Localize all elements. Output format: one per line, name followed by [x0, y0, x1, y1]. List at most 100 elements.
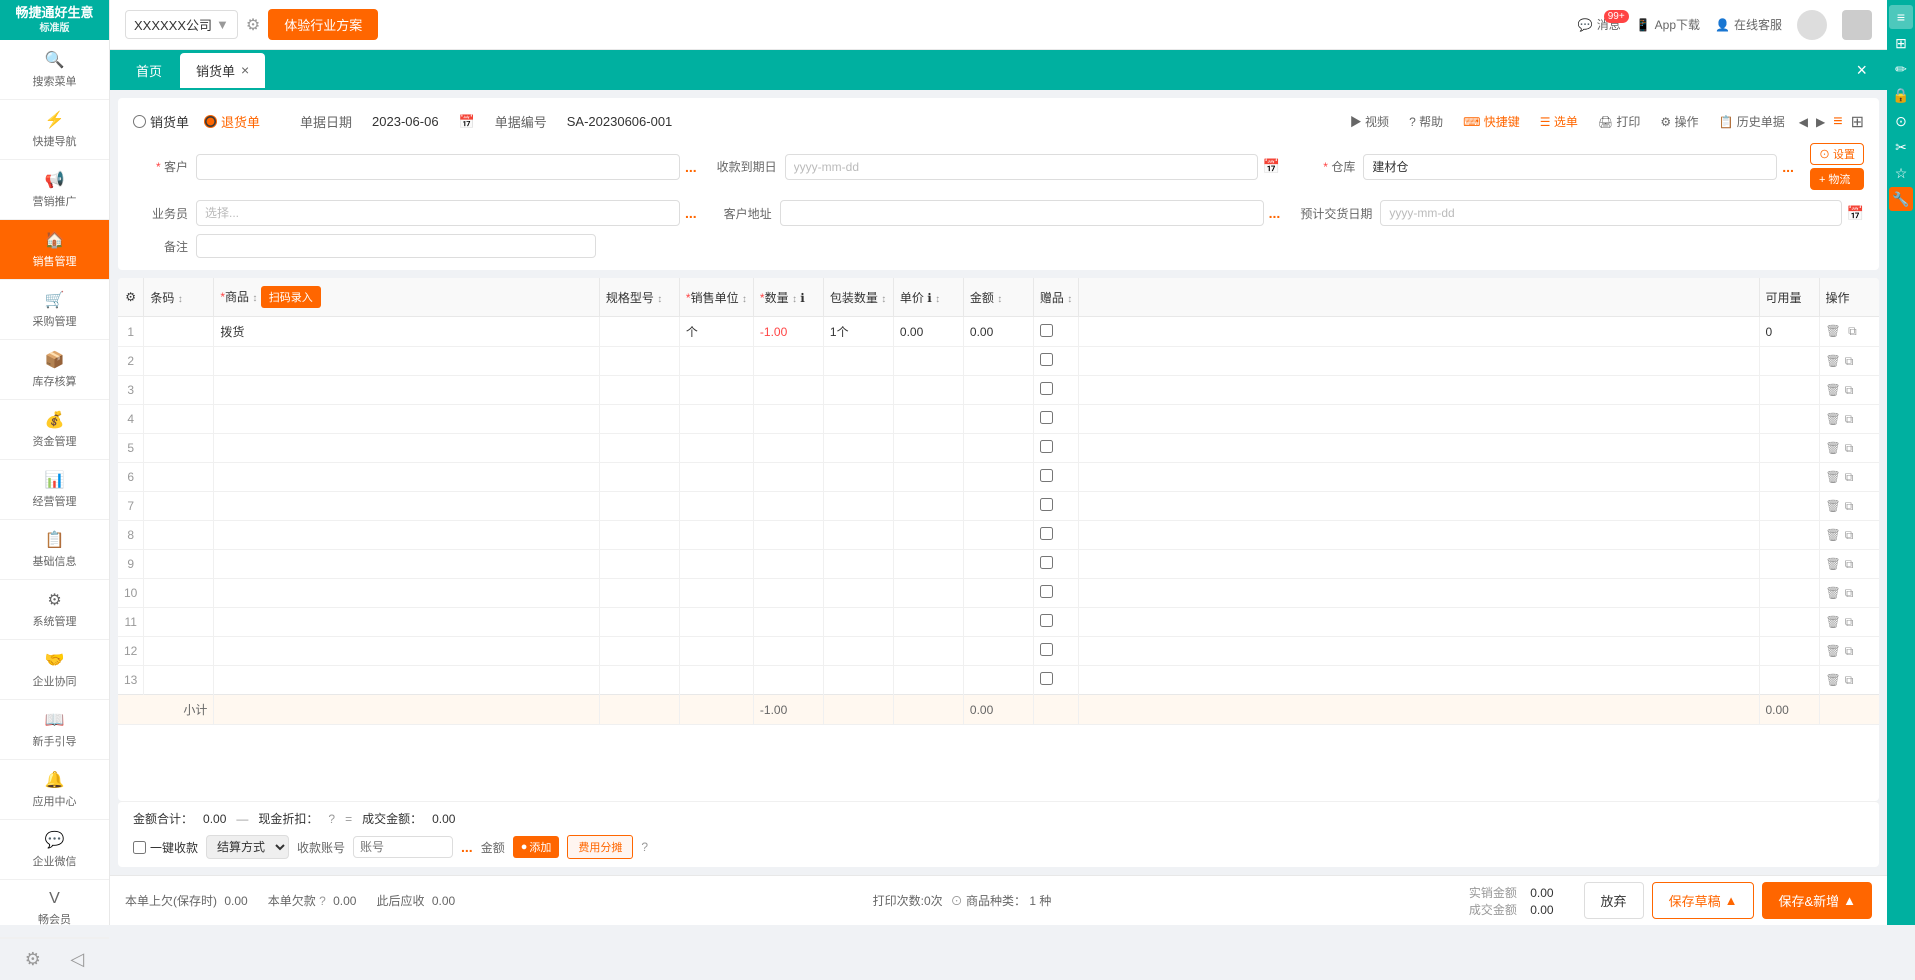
copy-icon[interactable]: ⧉ — [1845, 615, 1854, 629]
shortcut-btn[interactable]: ⌨ 快捷键 — [1457, 110, 1526, 133]
row-qty[interactable]: -1.00 — [753, 317, 823, 347]
one-click-payment-check[interactable]: 一键收款 — [133, 839, 198, 856]
message-btn[interactable]: 💬 消息 99+ — [1578, 16, 1621, 33]
address-ellipsis-btn[interactable]: ... — [1269, 205, 1281, 221]
copy-icon[interactable]: ⧉ — [1848, 324, 1857, 338]
warehouse-input[interactable] — [1363, 154, 1777, 180]
radio-sales-order[interactable]: 销货单 — [133, 112, 189, 131]
gift-checkbox[interactable] — [1040, 411, 1053, 424]
right-panel-grid-icon[interactable]: ⊞ — [1889, 31, 1913, 55]
row-spec[interactable] — [599, 317, 679, 347]
row-pkgqty[interactable]: 1个 — [823, 317, 893, 347]
delete-icon[interactable]: 🗑 — [1826, 499, 1841, 513]
radio-sales-input[interactable] — [133, 115, 146, 128]
scan-btn[interactable]: 扫码录入 — [261, 286, 321, 308]
user-menu-icon[interactable] — [1842, 10, 1872, 40]
grid-view-icon[interactable]: ⊞ — [1851, 112, 1864, 132]
sidebar-item-ops[interactable]: 📊 经营管理 — [0, 460, 109, 520]
expected-date-calendar-icon[interactable]: 📅 — [1847, 205, 1864, 222]
delete-icon[interactable]: 🗑 — [1826, 615, 1841, 629]
delete-icon[interactable]: 🗑 — [1826, 354, 1841, 368]
tab-home[interactable]: 首页 — [120, 53, 178, 88]
nav-prev-icon[interactable]: ◀ — [1799, 115, 1808, 129]
delete-icon[interactable]: 🗑 — [1826, 412, 1841, 426]
radio-return-order[interactable]: 退货单 — [204, 112, 260, 131]
save-new-button[interactable]: 保存&新增 ▲ — [1762, 882, 1872, 919]
copy-icon[interactable]: ⧉ — [1845, 499, 1854, 513]
row-amount[interactable]: 0.00 — [963, 317, 1033, 347]
sidebar-item-quicknav[interactable]: ⚡ 快捷导航 — [0, 100, 109, 160]
nav-next-icon[interactable]: ▶ — [1816, 115, 1825, 129]
col-setting[interactable]: ⚙ — [118, 278, 144, 317]
right-panel-lock-icon[interactable]: 🔒 — [1889, 83, 1913, 107]
radio-return-input[interactable] — [204, 115, 217, 128]
sidebar-item-member[interactable]: V 畅会员 — [0, 880, 109, 938]
sidebar-item-guide[interactable]: 📖 新手引导 — [0, 700, 109, 760]
gift-checkbox[interactable] — [1040, 672, 1053, 685]
salesman-input[interactable] — [196, 200, 680, 226]
sidebar-item-apps[interactable]: 🔔 应用中心 — [0, 760, 109, 820]
gift-checkbox[interactable] — [1040, 440, 1053, 453]
delete-icon[interactable]: 🗑 — [1826, 441, 1841, 455]
delete-icon[interactable]: 🗑 — [1826, 557, 1841, 571]
account-input[interactable] — [353, 836, 453, 858]
salesman-ellipsis-btn[interactable]: ... — [685, 205, 697, 221]
sidebar-item-marketing[interactable]: 📢 营销推广 — [0, 160, 109, 220]
gift-checkbox[interactable] — [1040, 498, 1053, 511]
right-panel-list-icon[interactable]: ≡ — [1889, 5, 1913, 29]
row-barcode[interactable] — [144, 317, 214, 347]
collapse-icon[interactable]: ◁ — [70, 949, 84, 970]
row-gift[interactable] — [1033, 317, 1078, 347]
gift-checkbox[interactable] — [1040, 353, 1053, 366]
row-product[interactable]: 拨货 — [214, 317, 600, 347]
customer-ellipsis-btn[interactable]: ... — [685, 159, 697, 175]
copy-icon[interactable]: ⧉ — [1845, 470, 1854, 484]
settings-gear-icon[interactable]: ⚙ — [25, 949, 41, 970]
sidebar-item-search[interactable]: 🔍 搜索菜单 — [0, 40, 109, 100]
right-panel-circle-icon[interactable]: ⊙ — [1889, 109, 1913, 133]
delete-icon[interactable]: 🗑 — [1826, 586, 1841, 600]
close-all-tabs-icon[interactable]: × — [1846, 60, 1877, 81]
sidebar-item-system[interactable]: ⚙ 系统管理 — [0, 580, 109, 640]
due-date-calendar-icon[interactable]: 📅 — [1263, 158, 1280, 175]
online-service-btn[interactable]: 👤 在线客服 — [1715, 16, 1782, 33]
delete-icon[interactable]: 🗑 — [1826, 528, 1841, 542]
help-btn[interactable]: ? 帮助 — [1403, 110, 1449, 133]
trial-button[interactable]: 体验行业方案 — [268, 9, 378, 40]
history-btn[interactable]: 📋 历史单据 — [1713, 110, 1791, 133]
print-btn[interactable]: 🖨 打印 — [1592, 110, 1647, 133]
right-panel-tool-icon[interactable]: 🔧 — [1889, 187, 1913, 211]
delete-icon[interactable]: 🗑 — [1826, 383, 1841, 397]
sidebar-item-wechat[interactable]: 💬 企业微信 — [0, 820, 109, 880]
discard-button[interactable]: 放弃 — [1584, 882, 1644, 919]
right-panel-star-icon[interactable]: ☆ — [1889, 161, 1913, 185]
gift-checkbox[interactable] — [1040, 643, 1053, 656]
gift-checkbox[interactable] — [1040, 614, 1053, 627]
row-unit[interactable]: 个 — [679, 317, 753, 347]
list-view-icon[interactable]: ≡ — [1833, 113, 1842, 131]
sidebar-item-inventory[interactable]: 📦 库存核算 — [0, 340, 109, 400]
warehouse-ellipsis-btn[interactable]: ... — [1782, 159, 1794, 175]
company-selector[interactable]: XXXXXX公司 ▼ — [125, 10, 238, 39]
calendar-icon[interactable]: 📅 — [459, 114, 475, 130]
ops-btn[interactable]: ⚙ 操作 — [1654, 110, 1704, 133]
account-ellipsis-btn[interactable]: ... — [461, 839, 473, 855]
copy-icon[interactable]: ⧉ — [1845, 673, 1854, 687]
copy-icon[interactable]: ⧉ — [1845, 383, 1854, 397]
video-btn[interactable]: ▶ 视频 — [1344, 110, 1395, 133]
right-panel-edit-icon[interactable]: ✏ — [1889, 57, 1913, 81]
one-click-payment-checkbox[interactable] — [133, 841, 146, 854]
copy-icon[interactable]: ⧉ — [1845, 528, 1854, 542]
save-draft-button[interactable]: 保存草稿 ▲ — [1652, 882, 1755, 919]
fee-split-btn[interactable]: 费用分摊 — [567, 835, 633, 859]
right-panel-scissor-icon[interactable]: ✂ — [1889, 135, 1913, 159]
expected-date-input[interactable] — [1380, 200, 1841, 226]
copy-icon[interactable]: ⧉ — [1845, 354, 1854, 368]
gift-checkbox[interactable] — [1040, 527, 1053, 540]
copy-icon[interactable]: ⧉ — [1845, 412, 1854, 426]
delete-icon[interactable]: 🗑 — [1826, 644, 1841, 658]
gift-checkbox[interactable] — [1040, 585, 1053, 598]
copy-icon[interactable]: ⧉ — [1845, 557, 1854, 571]
due-date-input[interactable] — [785, 154, 1258, 180]
app-download-btn[interactable]: 📱 App下载 — [1636, 16, 1700, 33]
